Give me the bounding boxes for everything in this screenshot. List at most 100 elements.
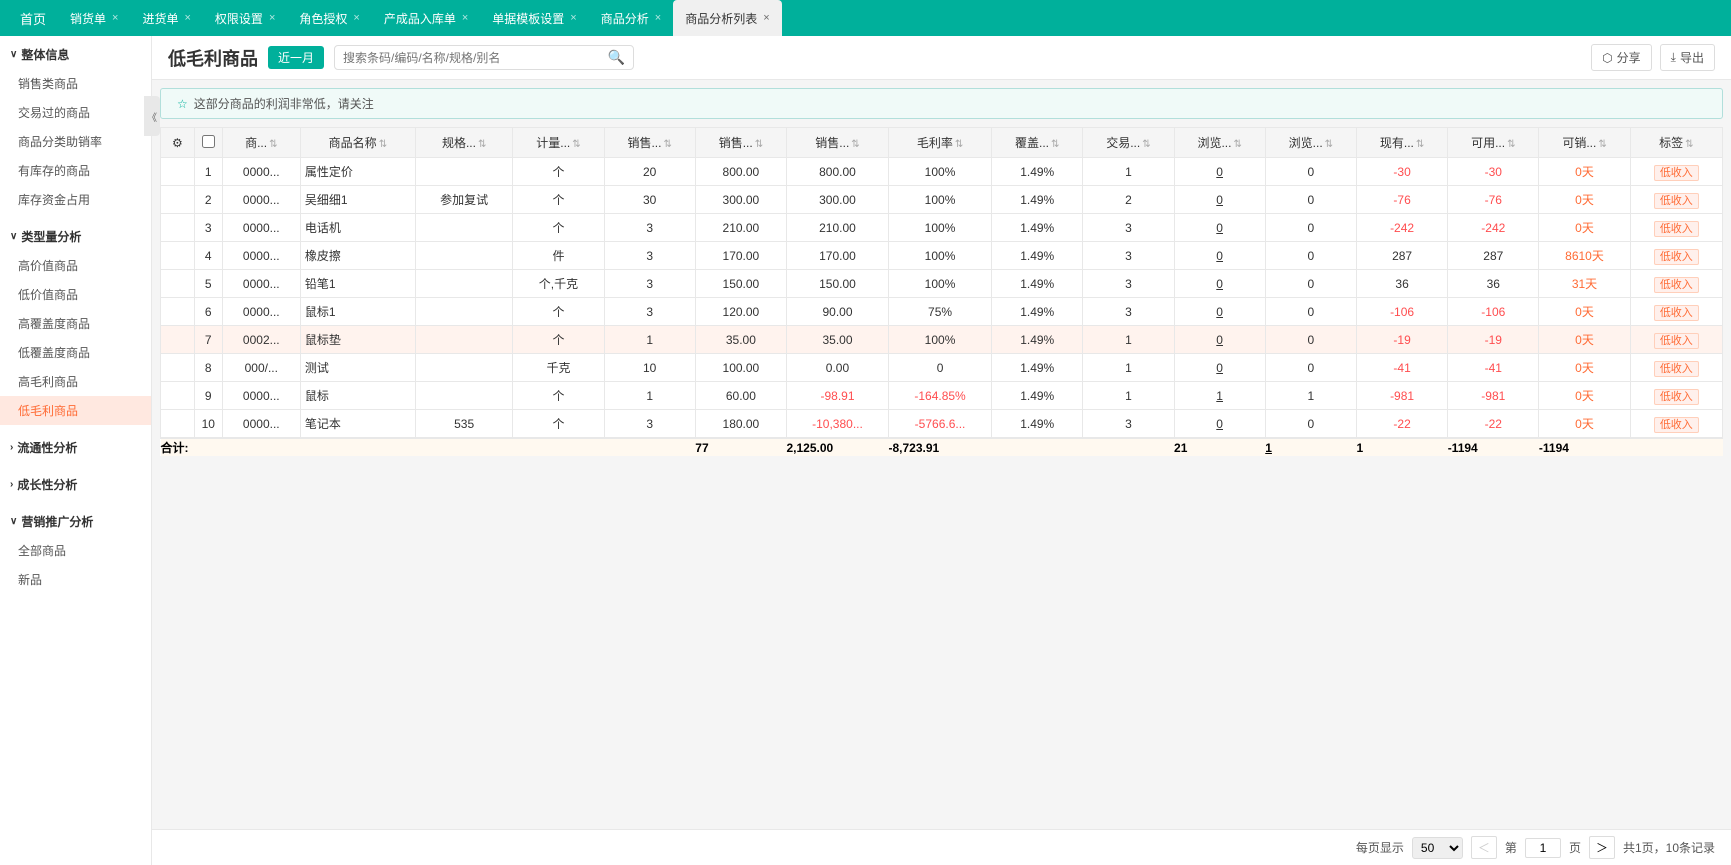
row-sales-profit: 210.00	[787, 214, 889, 242]
col-current-stock[interactable]: 现有...⇅	[1356, 128, 1447, 158]
row-browse1[interactable]: 0	[1174, 326, 1265, 354]
row-browse1[interactable]: 0	[1174, 158, 1265, 186]
sidebar-item-high-coverage[interactable]: 高覆盖度商品	[0, 309, 151, 338]
row-browse1[interactable]: 0	[1174, 298, 1265, 326]
close-icon[interactable]: ×	[184, 12, 190, 24]
col-gross-margin[interactable]: 毛利率⇅	[888, 128, 991, 158]
row-spec	[415, 382, 512, 410]
col-saleable[interactable]: 可销...⇅	[1539, 128, 1630, 158]
row-tag: 低收入	[1630, 270, 1722, 298]
sidebar-item-low-coverage[interactable]: 低覆盖度商品	[0, 338, 151, 367]
sidebar-item-stock-goods[interactable]: 有库存的商品	[0, 156, 151, 185]
row-sales-amount: 35.00	[695, 326, 786, 354]
row-available: 287	[1448, 242, 1539, 270]
sidebar-group-title-overview[interactable]: ∨ 整体信息	[0, 40, 151, 69]
share-button[interactable]: ⬡ 分享	[1591, 44, 1652, 71]
export-button[interactable]: ⤓ 导出	[1660, 44, 1715, 71]
time-filter-button[interactable]: 近一月	[268, 46, 324, 69]
nav-item-products[interactable]: 产成品入库单 ×	[372, 0, 480, 36]
nav-item-roles[interactable]: 角色授权 ×	[287, 0, 371, 36]
nav-item-templates[interactable]: 单据模板设置 ×	[480, 0, 588, 36]
row-transaction: 1	[1083, 382, 1174, 410]
col-name[interactable]: 商品名称⇅	[300, 128, 415, 158]
row-browse1[interactable]: 0	[1174, 354, 1265, 382]
col-settings[interactable]: ⚙	[161, 128, 195, 158]
col-available[interactable]: 可用...⇅	[1448, 128, 1539, 158]
row-gross-margin: 100%	[888, 270, 991, 298]
row-browse1[interactable]: 0	[1174, 270, 1265, 298]
nav-item-purchase[interactable]: 进货单 ×	[130, 0, 202, 36]
col-browse1[interactable]: 浏览...⇅	[1174, 128, 1265, 158]
row-browse1[interactable]: 1	[1174, 382, 1265, 410]
row-browse2: 0	[1265, 326, 1356, 354]
row-browse1[interactable]: 0	[1174, 186, 1265, 214]
sidebar-group-title-type[interactable]: ∨ 类型量分析	[0, 222, 151, 251]
row-available: -22	[1448, 410, 1539, 439]
row-sales-amount: 120.00	[695, 298, 786, 326]
summary-placeholder-3	[415, 438, 512, 456]
sidebar-item-category-rate[interactable]: 商品分类助销率	[0, 127, 151, 156]
search-icon[interactable]: 🔍	[608, 49, 625, 66]
search-input[interactable]	[343, 51, 608, 65]
close-icon[interactable]: ×	[269, 12, 275, 24]
current-page-input[interactable]	[1525, 838, 1561, 858]
sidebar-item-low-value[interactable]: 低价值商品	[0, 280, 151, 309]
per-page-select[interactable]: 50 100 200	[1412, 837, 1463, 859]
sidebar-item-all-goods[interactable]: 全部商品	[0, 536, 151, 565]
sidebar-item-high-margin[interactable]: 高毛利商品	[0, 367, 151, 396]
col-browse2[interactable]: 浏览...⇅	[1265, 128, 1356, 158]
row-browse1[interactable]: 0	[1174, 242, 1265, 270]
next-page-button[interactable]: ＞	[1589, 836, 1615, 859]
share-icon: ⬡	[1602, 51, 1612, 65]
row-num: 8	[194, 354, 222, 382]
col-coverage[interactable]: 覆盖...⇅	[992, 128, 1083, 158]
row-coverage: 1.49%	[992, 270, 1083, 298]
close-icon[interactable]: ×	[655, 12, 661, 24]
sidebar-group-title-growth[interactable]: › 成长性分析	[0, 470, 151, 499]
nav-item-permissions[interactable]: 权限设置 ×	[203, 0, 287, 36]
col-sales-amount[interactable]: 销售...⇅	[695, 128, 786, 158]
col-spec[interactable]: 规格...⇅	[415, 128, 512, 158]
col-tag[interactable]: 标签⇅	[1630, 128, 1722, 158]
col-sales-count[interactable]: 销售...⇅	[604, 128, 695, 158]
pagination-bar: 每页显示 50 100 200 ＜ 第 页 ＞ 共1页，10条记录	[152, 829, 1731, 865]
close-icon[interactable]: ×	[462, 12, 468, 24]
col-checkbox[interactable]	[194, 128, 222, 158]
row-coverage: 1.49%	[992, 186, 1083, 214]
row-browse1[interactable]: 0	[1174, 214, 1265, 242]
nav-item-analysis[interactable]: 商品分析 ×	[589, 0, 673, 36]
row-coverage: 1.49%	[992, 242, 1083, 270]
col-unit[interactable]: 计量...⇅	[513, 128, 604, 158]
prev-page-button[interactable]: ＜	[1471, 836, 1497, 859]
sidebar-item-sales-goods[interactable]: 销售类商品	[0, 69, 151, 98]
sidebar-item-stock-capital[interactable]: 库存资金占用	[0, 185, 151, 214]
close-icon[interactable]: ×	[763, 12, 769, 24]
sidebar-collapse-button[interactable]: 《	[144, 96, 160, 136]
row-saleable: 0天	[1539, 354, 1630, 382]
col-sales-profit[interactable]: 销售...⇅	[787, 128, 889, 158]
col-transaction[interactable]: 交易...⇅	[1083, 128, 1174, 158]
nav-item-home[interactable]: 首页	[8, 0, 58, 36]
page-header: 低毛利商品 近一月 🔍 ⬡ 分享 ⤓ 导出	[152, 36, 1731, 80]
sidebar-item-new-goods[interactable]: 新品	[0, 565, 151, 594]
summary-browse2: 1	[1265, 438, 1356, 456]
close-icon[interactable]: ×	[112, 12, 118, 24]
row-gross-margin: -164.85%	[888, 382, 991, 410]
close-icon[interactable]: ×	[570, 12, 576, 24]
nav-item-sales[interactable]: 销货单 ×	[58, 0, 130, 36]
sidebar-item-high-value[interactable]: 高价值商品	[0, 251, 151, 280]
select-all-checkbox[interactable]	[202, 135, 215, 148]
col-code[interactable]: 商...⇅	[222, 128, 300, 158]
summary-placeholder-4	[513, 438, 604, 456]
nav-item-analysis-list[interactable]: 商品分析列表 ×	[673, 0, 781, 36]
close-icon[interactable]: ×	[353, 12, 359, 24]
search-box: 🔍	[334, 45, 634, 70]
sidebar-item-traded-goods[interactable]: 交易过的商品	[0, 98, 151, 127]
row-settings	[161, 214, 195, 242]
row-browse1[interactable]: 0	[1174, 410, 1265, 439]
sidebar-item-low-margin[interactable]: 低毛利商品	[0, 396, 151, 425]
data-table-container[interactable]: ⚙ 商...⇅ 商品名称⇅ 规格...⇅ 计量...⇅ 销售...⇅ 销售...…	[160, 127, 1723, 821]
sidebar-group-title-marketing[interactable]: ∨ 营销推广分析	[0, 507, 151, 536]
row-name: 笔记本	[300, 410, 415, 439]
sidebar-group-title-liquidity[interactable]: › 流通性分析	[0, 433, 151, 462]
